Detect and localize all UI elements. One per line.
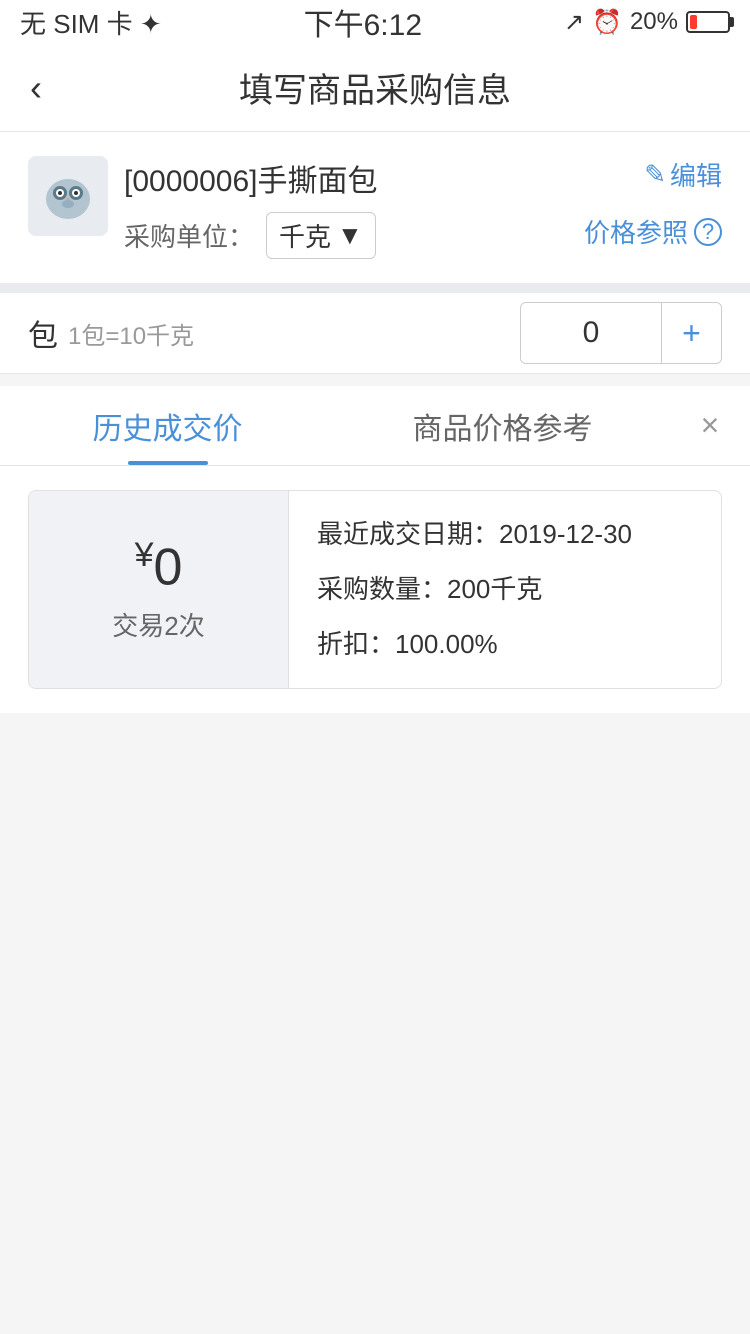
status-left: 无 SIM 卡 ✦ xyxy=(20,4,162,41)
history-price: ¥0 xyxy=(135,536,183,597)
price-ref-button[interactable]: 价格参照 ? xyxy=(584,213,722,250)
section-divider xyxy=(0,283,750,293)
quantity-label: 包 1包=10千克 xyxy=(28,311,194,355)
history-card: ¥0 交易2次 最近成交日期：2019-12-30 采购数量：200千克 折扣：… xyxy=(28,490,722,689)
tab-history-price[interactable]: 历史成交价 xyxy=(0,386,335,465)
product-logo xyxy=(28,156,108,236)
trade-count: 交易2次 xyxy=(112,606,204,643)
battery-percent: 20% xyxy=(630,8,678,36)
tab2-label: 商品价格参考 xyxy=(413,404,593,448)
product-unit-row: 采购单位： 千克 ▼ xyxy=(124,212,377,259)
product-card: [0000006]手撕面包 采购单位： 千克 ▼ ✎ 编辑 价格参照 ? xyxy=(0,132,750,283)
edit-icon: ✎ xyxy=(644,159,666,190)
history-content: ¥0 交易2次 最近成交日期：2019-12-30 采购数量：200千克 折扣：… xyxy=(0,466,750,713)
history-discount: 折扣：100.00% xyxy=(317,625,693,664)
currency-symbol: ¥ xyxy=(135,536,154,574)
qty-label: 采购数量： xyxy=(317,574,447,604)
quantity-controls: + xyxy=(520,302,722,364)
discount-value: 100.00% xyxy=(395,629,498,659)
date-label: 最近成交日期： xyxy=(317,519,499,549)
history-left-panel: ¥0 交易2次 xyxy=(29,491,289,688)
status-right: ↗ ⏰ 20% xyxy=(564,8,730,37)
quantity-plus-button[interactable]: + xyxy=(661,303,721,363)
back-button[interactable]: ‹ xyxy=(20,57,52,119)
unit-select[interactable]: 千克 ▼ xyxy=(266,212,376,259)
tab-price-ref[interactable]: 商品价格参考 xyxy=(335,386,670,465)
history-qty: 采购数量：200千克 xyxy=(317,570,693,609)
discount-label: 折扣： xyxy=(317,629,395,659)
qty-value: 200千克 xyxy=(447,574,542,604)
pkg-icon: 包 xyxy=(28,311,58,355)
unit-value: 千克 xyxy=(279,217,331,254)
tab-close-button[interactable]: × xyxy=(670,407,750,444)
date-value: 2019-12-30 xyxy=(499,519,632,549)
nav-bar: ‹ 填写商品采购信息 xyxy=(0,44,750,132)
product-name: [0000006]手撕面包 xyxy=(124,156,377,200)
price-ref-icon: ? xyxy=(694,218,722,246)
quantity-input[interactable] xyxy=(521,303,661,363)
tab-panel: 历史成交价 商品价格参考 × ¥0 交易2次 最近成交日期：2019-12-30… xyxy=(0,386,750,713)
history-date: 最近成交日期：2019-12-30 xyxy=(317,515,693,554)
price-ref-label: 价格参照 xyxy=(584,213,688,250)
battery-indicator xyxy=(686,11,730,33)
edit-button[interactable]: ✎ 编辑 xyxy=(644,156,722,193)
product-info: [0000006]手撕面包 采购单位： 千克 ▼ xyxy=(124,156,377,259)
unit-label: 采购单位： xyxy=(124,217,254,254)
product-logo-svg xyxy=(38,169,98,224)
sim-text: 无 SIM 卡 ✦ xyxy=(20,4,162,41)
tab1-label: 历史成交价 xyxy=(93,404,243,448)
history-right-panel: 最近成交日期：2019-12-30 采购数量：200千克 折扣：100.00% xyxy=(289,491,721,688)
edit-label: 编辑 xyxy=(670,156,722,193)
status-time: 下午6:12 xyxy=(304,0,422,44)
page-title: 填写商品采购信息 xyxy=(239,63,511,112)
location-icon: ↗ xyxy=(564,8,584,37)
quantity-sub-label: 1包=10千克 xyxy=(68,316,194,351)
quantity-row: 包 1包=10千克 + xyxy=(0,293,750,373)
status-bar: 无 SIM 卡 ✦ 下午6:12 ↗ ⏰ 20% xyxy=(0,0,750,44)
unit-dropdown-icon: ▼ xyxy=(337,220,363,251)
price-value: 0 xyxy=(154,539,183,597)
alarm-icon: ⏰ xyxy=(592,8,622,37)
tab-header: 历史成交价 商品价格参考 × xyxy=(0,386,750,466)
row-divider xyxy=(0,373,750,374)
